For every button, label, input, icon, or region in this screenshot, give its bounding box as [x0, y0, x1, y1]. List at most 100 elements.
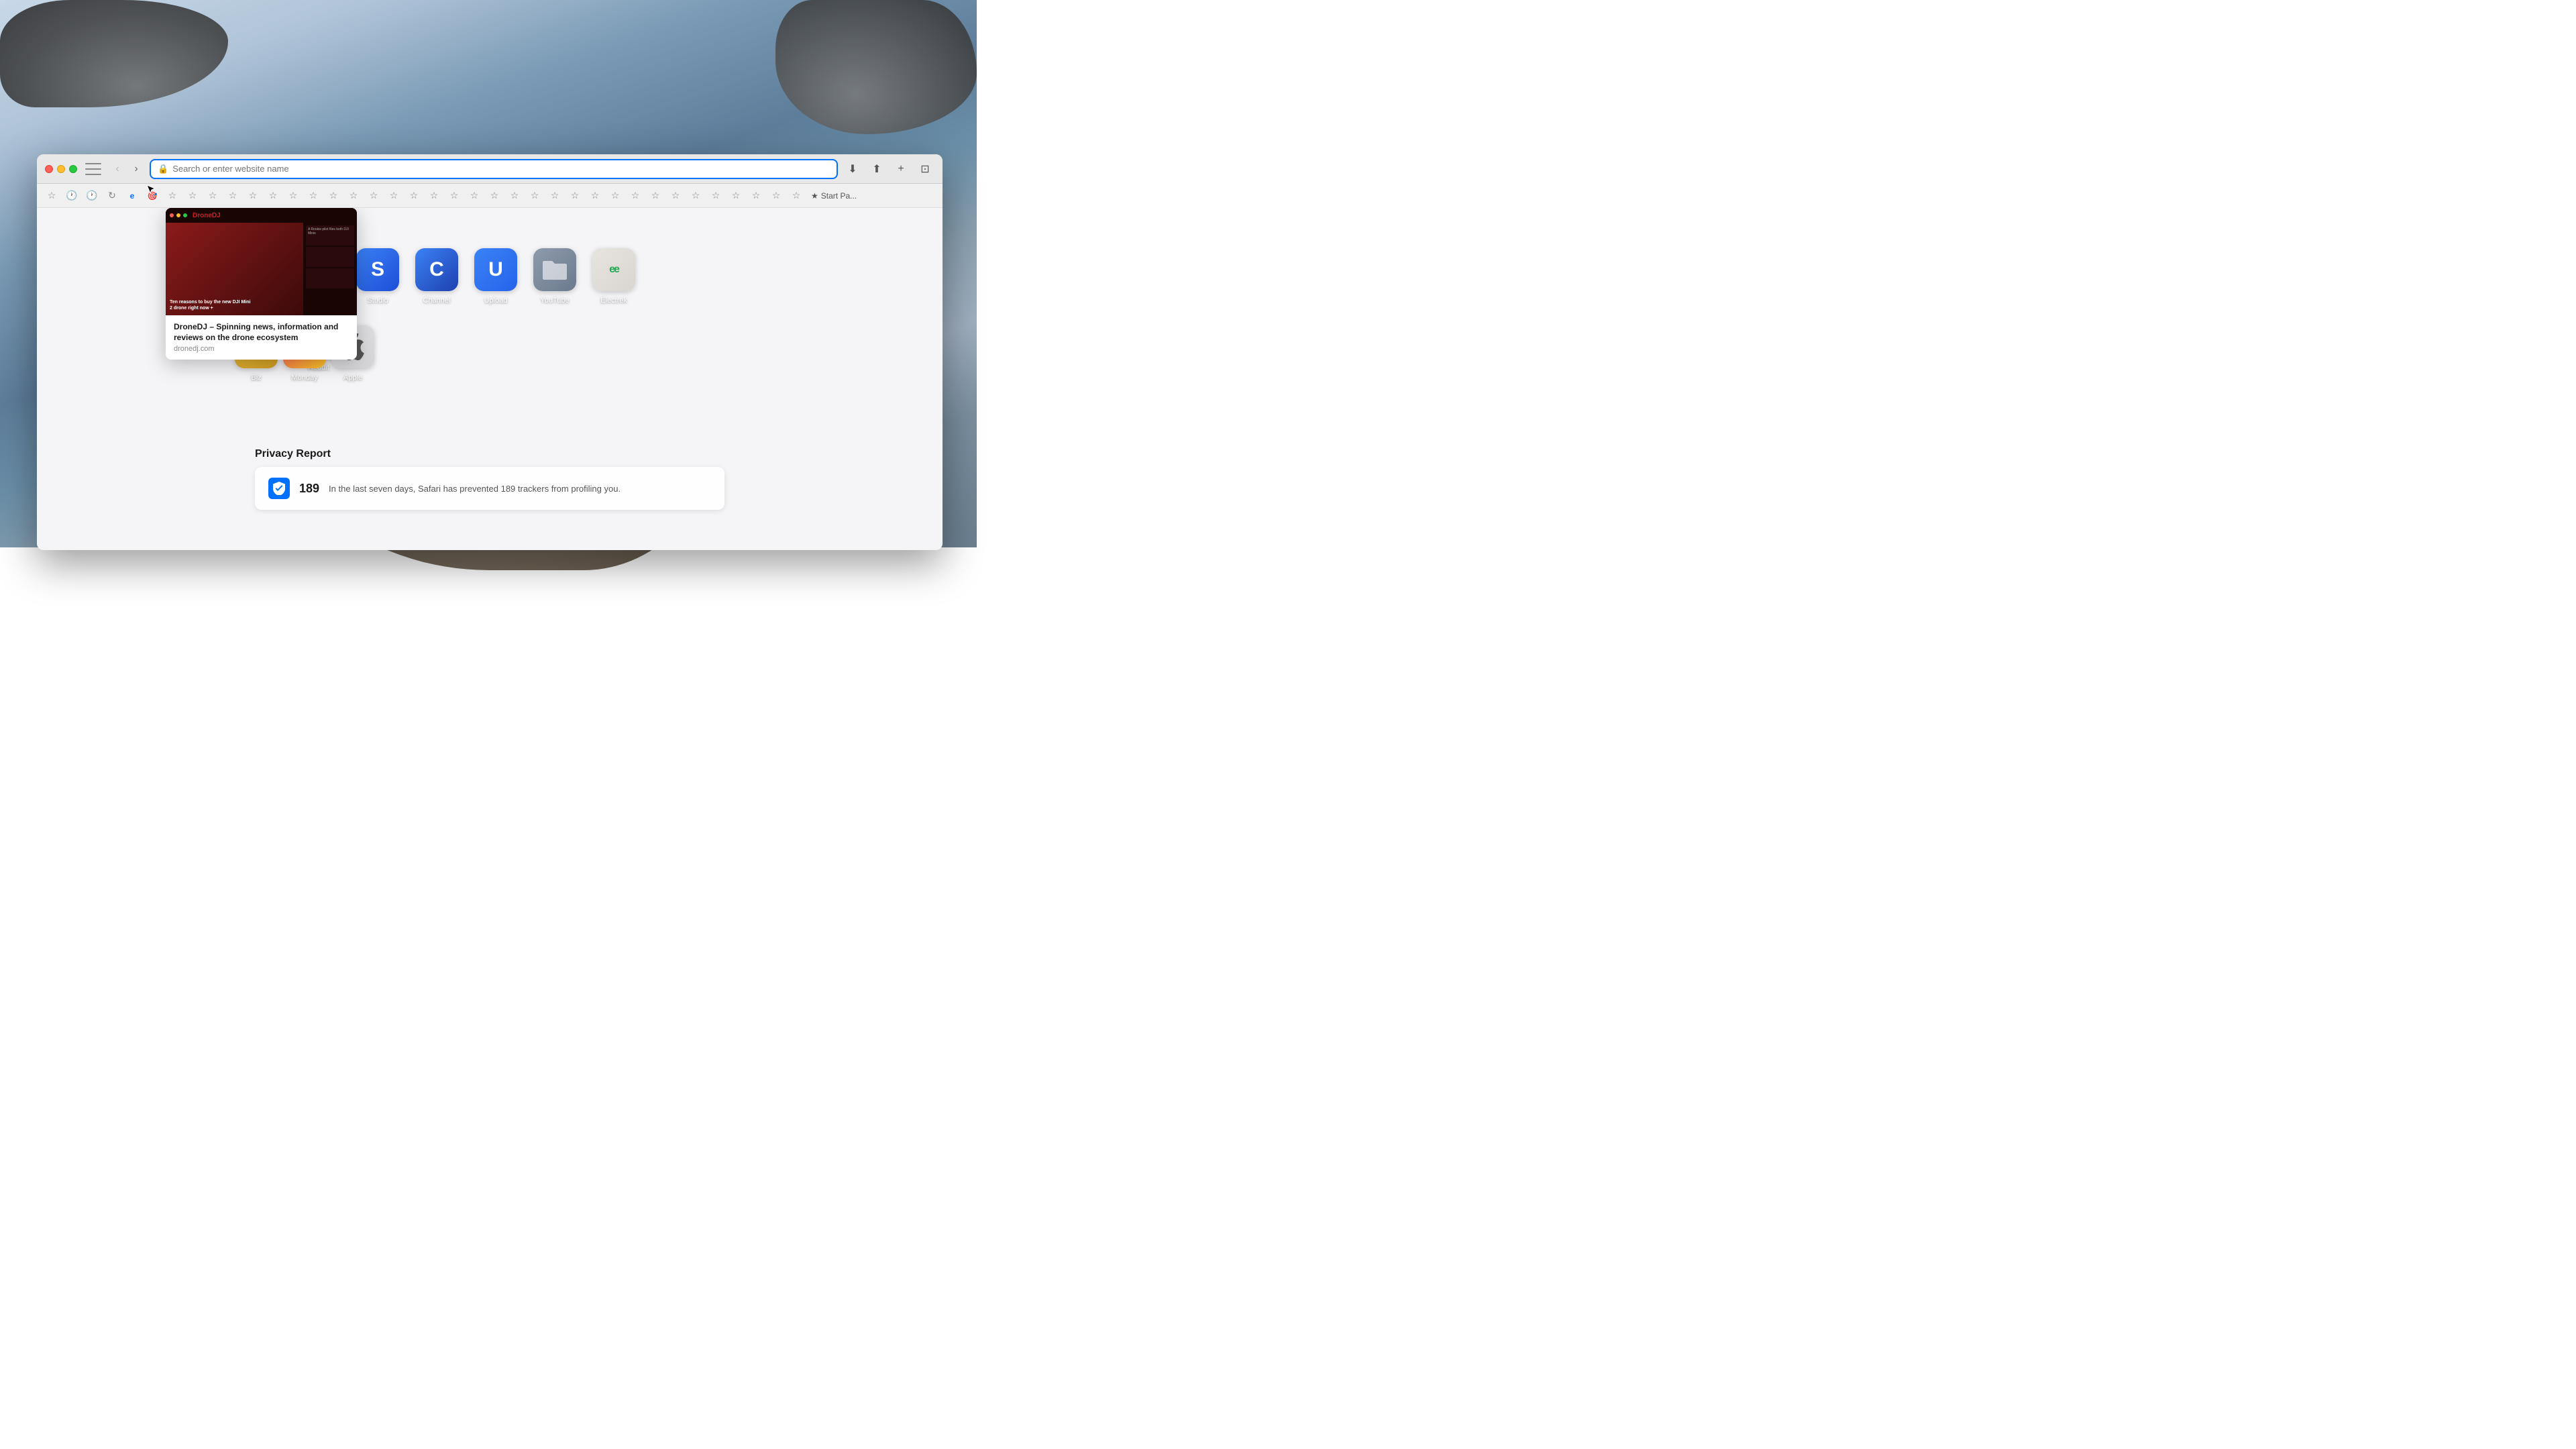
- preview-headline: Ten reasons to buy the new DJI Mini: [170, 299, 299, 305]
- bookmark-8[interactable]: ☆: [264, 186, 282, 205]
- privacy-title: Privacy Report: [255, 448, 724, 460]
- toolbar-actions: ⬇ ⬆ + ⊡: [843, 160, 934, 178]
- lock-icon: 🔒: [158, 164, 168, 174]
- address-bar-input[interactable]: [172, 164, 830, 174]
- bookmark-15[interactable]: ☆: [405, 186, 423, 205]
- favorite-monday-label: Monday: [291, 374, 317, 382]
- popup-preview: DroneDJ Ten reasons to buy the new DJI M…: [166, 208, 357, 315]
- popup-info: DroneDJ – Spinning news, information and…: [166, 315, 357, 360]
- privacy-section: Privacy Report 189 In the last seven day…: [255, 448, 724, 510]
- bookmark-history-1[interactable]: 🕐: [62, 186, 81, 205]
- favorite-upload[interactable]: U Upload: [469, 248, 523, 305]
- bookmark-19[interactable]: ☆: [485, 186, 504, 205]
- preview-side-item-1: A Rookie pilot flies both DJI Minis: [306, 225, 354, 246]
- bookmark-31[interactable]: ☆: [727, 186, 745, 205]
- bookmark-16[interactable]: ☆: [425, 186, 443, 205]
- bookmark-27[interactable]: ☆: [646, 186, 665, 205]
- download-button[interactable]: ⬇: [843, 160, 862, 178]
- bookmark-23[interactable]: ☆: [566, 186, 584, 205]
- bookmark-30[interactable]: ☆: [706, 186, 725, 205]
- preview-logo: DroneDJ: [193, 212, 221, 219]
- preview-side-item-3: [306, 268, 354, 288]
- back-button[interactable]: ‹: [109, 161, 125, 177]
- favorite-channel[interactable]: C Channel: [410, 248, 464, 305]
- bookmark-history-2[interactable]: 🕐: [83, 186, 101, 205]
- bookmark-refresh[interactable]: ↻: [103, 186, 121, 205]
- bookmark-32[interactable]: ☆: [747, 186, 765, 205]
- bookmark-dronedj-active[interactable]: 🎯: [143, 186, 162, 205]
- preview-side: A Rookie pilot flies both DJI Minis: [303, 223, 357, 315]
- bookmark-12[interactable]: ☆: [344, 186, 363, 205]
- favorite-upload-icon: U: [474, 248, 517, 291]
- favorite-youtube-label: YouTube: [540, 297, 569, 305]
- bookmark-9[interactable]: ☆: [284, 186, 303, 205]
- maximize-button[interactable]: [69, 165, 77, 173]
- favorite-electrek[interactable]: ee Electrek: [587, 248, 641, 305]
- preview-main: Ten reasons to buy the new DJI Mini 2 dr…: [166, 223, 303, 315]
- tab-overview-button[interactable]: ⊡: [916, 160, 934, 178]
- forward-button[interactable]: ›: [128, 161, 144, 177]
- preview-dot-green: [183, 213, 187, 217]
- bookmark-25[interactable]: ☆: [606, 186, 625, 205]
- bookmark-3[interactable]: ☆: [163, 186, 182, 205]
- bookmark-5[interactable]: ☆: [203, 186, 222, 205]
- bookmark-26[interactable]: ☆: [626, 186, 645, 205]
- bookmark-edge[interactable]: e: [123, 186, 142, 205]
- favorite-biz-label: Biz: [251, 374, 261, 382]
- preview-content: Ten reasons to buy the new DJI Mini 2 dr…: [166, 223, 357, 315]
- preview-dot-red: [170, 213, 174, 217]
- bookmark-20[interactable]: ☆: [505, 186, 524, 205]
- favorite-upload-label: Upload: [484, 297, 508, 305]
- bookmark-home[interactable]: ☆: [42, 186, 61, 205]
- address-bar-container: 🔒: [150, 159, 838, 179]
- bookmark-22[interactable]: ☆: [545, 186, 564, 205]
- bookmark-7[interactable]: ☆: [244, 186, 262, 205]
- safari-browser-window: ‹ › 🔒 ⬇ ⬆ + ⊡ ☆ 🕐 🕐 ↻ e 🎯: [37, 154, 943, 550]
- privacy-card[interactable]: 189 In the last seven days, Safari has p…: [255, 467, 724, 510]
- bookmark-6[interactable]: ☆: [223, 186, 242, 205]
- popup-url: dronedj.com: [174, 345, 349, 353]
- privacy-text: In the last seven days, Safari has preve…: [329, 484, 621, 494]
- bookmark-33[interactable]: ☆: [767, 186, 786, 205]
- bookmark-24[interactable]: ☆: [586, 186, 604, 205]
- favorite-studio[interactable]: S Studio: [351, 248, 405, 305]
- bookmark-34[interactable]: ☆: [787, 186, 806, 205]
- minimize-button[interactable]: [57, 165, 65, 173]
- bookmark-11[interactable]: ☆: [324, 186, 343, 205]
- traffic-lights: [45, 165, 77, 173]
- favorite-youtube-icon: [533, 248, 576, 291]
- bookmark-17[interactable]: ☆: [445, 186, 464, 205]
- privacy-count: 189: [299, 482, 319, 496]
- bookmark-14[interactable]: ☆: [384, 186, 403, 205]
- dronedj-popup: DroneDJ Ten reasons to buy the new DJI M…: [166, 208, 357, 360]
- preview-dot-yellow: [176, 213, 180, 217]
- favorite-apple-label: Apple: [343, 374, 362, 382]
- favorite-electrek-icon: ee: [592, 248, 635, 291]
- bookmarks-bar: ☆ 🕐 🕐 ↻ e 🎯 ☆ ☆ ☆ ☆ ☆ ☆ ☆ ☆ ☆ ☆ ☆ ☆ ☆ ☆ …: [37, 184, 943, 208]
- title-bar: ‹ › 🔒 ⬇ ⬆ + ⊡: [37, 154, 943, 184]
- bookmark-28[interactable]: ☆: [666, 186, 685, 205]
- start-page-button[interactable]: ★ Start Pa...: [807, 186, 861, 205]
- favorite-studio-label: Studio: [367, 297, 388, 305]
- favorite-youtube[interactable]: YouTube: [528, 248, 582, 305]
- favorite-studio-icon: S: [356, 248, 399, 291]
- navigation-buttons: ‹ ›: [109, 161, 144, 177]
- bookmark-13[interactable]: ☆: [364, 186, 383, 205]
- share-button[interactable]: ⬆: [867, 160, 886, 178]
- favorite-electrek-label: Electrek: [600, 297, 627, 305]
- privacy-shield-icon: [268, 478, 290, 499]
- bookmark-10[interactable]: ☆: [304, 186, 323, 205]
- bookmark-18[interactable]: ☆: [465, 186, 484, 205]
- bookmark-21[interactable]: ☆: [525, 186, 544, 205]
- bookmark-4[interactable]: ☆: [183, 186, 202, 205]
- preview-header: DroneDJ: [166, 208, 357, 223]
- preview-headline2: 2 drone right now +: [170, 305, 299, 311]
- popup-title: DroneDJ – Spinning news, information and…: [174, 322, 349, 343]
- new-tab-button[interactable]: +: [892, 160, 910, 178]
- bookmark-29[interactable]: ☆: [686, 186, 705, 205]
- sidebar-toggle-button[interactable]: [85, 163, 101, 175]
- favorite-channel-icon: C: [415, 248, 458, 291]
- rock-decoration-right: [775, 0, 977, 134]
- browser-content: DroneDJ Ten reasons to buy the new DJI M…: [37, 208, 943, 550]
- close-button[interactable]: [45, 165, 53, 173]
